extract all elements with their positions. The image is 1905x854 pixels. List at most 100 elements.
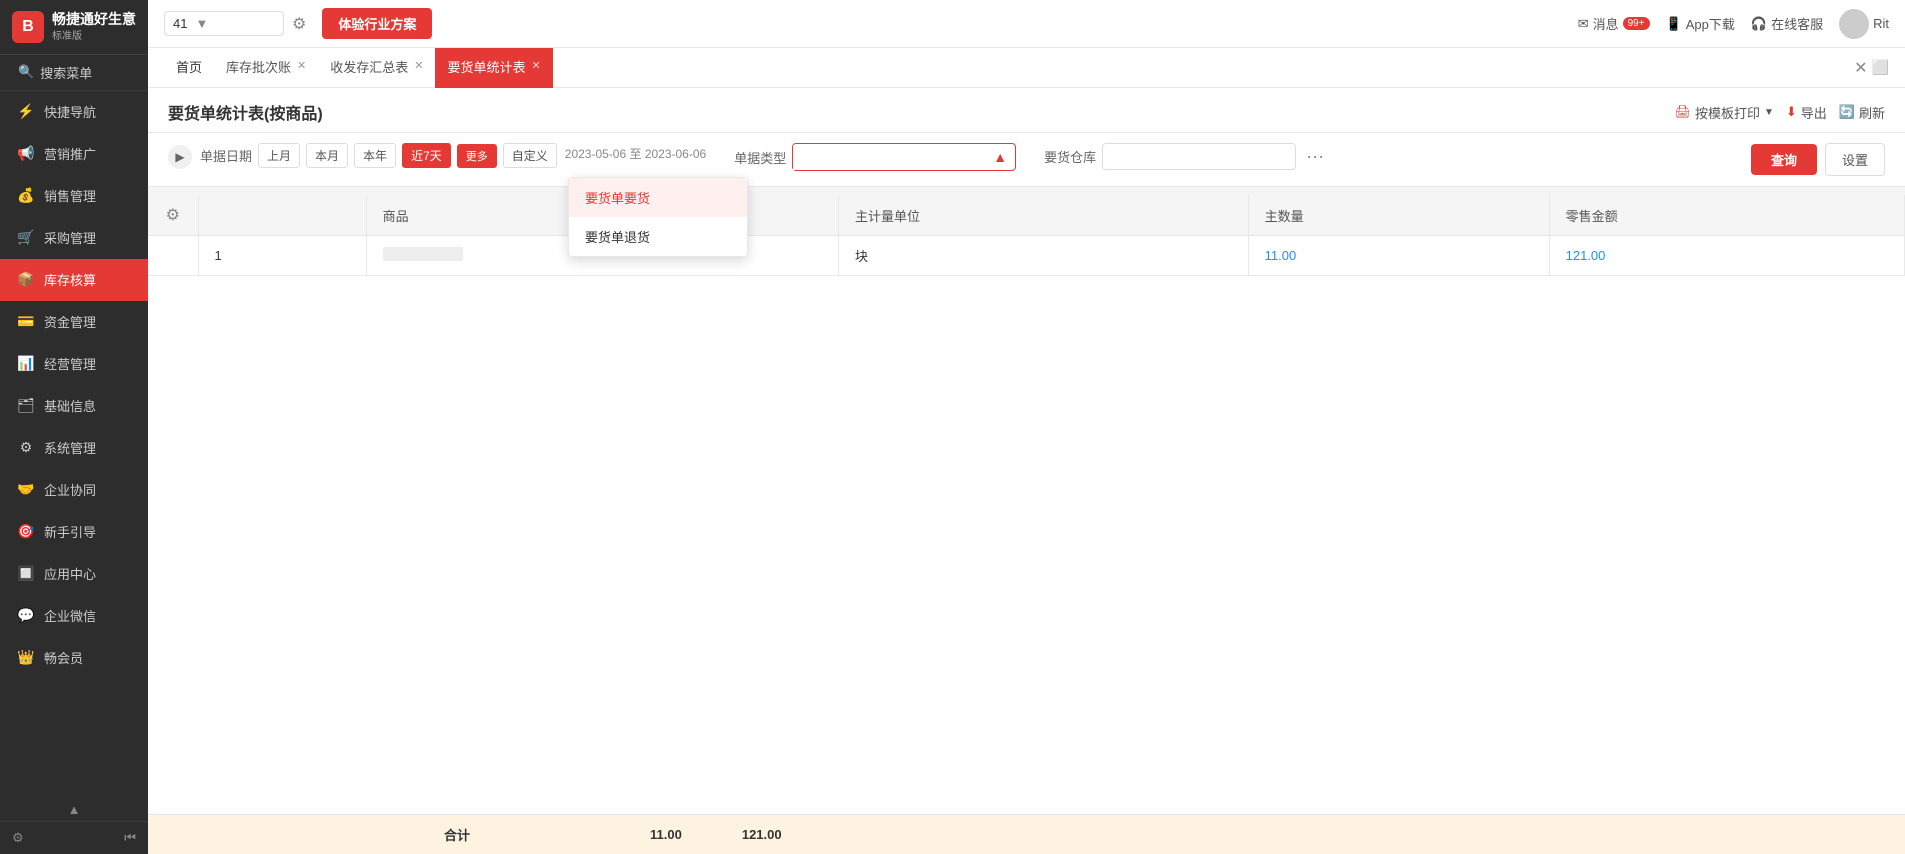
td-quantity[interactable]: 11.00 [1248, 236, 1549, 276]
tab-inventory-batch[interactable]: 库存批次账 ✕ [214, 48, 318, 88]
logo-text: 畅捷通好生意 标准版 [52, 10, 136, 44]
main-content: 41 ▼ ⚙ 体验行业方案 ✉ 消息 99+ 📱 App下载 🎧 在线客服 Ri… [148, 0, 1905, 854]
settings-icon[interactable]: ⚙ [12, 830, 24, 846]
search-menu[interactable]: 🔍 搜索菜单 [0, 55, 148, 91]
footer-label: 合计 [444, 825, 470, 844]
date-this-month-btn[interactable]: 本月 [306, 143, 348, 168]
username: Rit [1873, 16, 1889, 31]
expand-icon: ▼ [1764, 107, 1774, 118]
date-last-month-btn[interactable]: 上月 [258, 143, 300, 168]
sidebar-item-label: 企业微信 [44, 606, 96, 625]
sidebar-item-label: 新手引导 [44, 522, 96, 541]
sidebar-item-purchase[interactable]: 🛒 采购管理 [0, 217, 148, 259]
store-selector[interactable]: 41 ▼ [164, 11, 284, 36]
table-container: ⚙ 商品 主计量单位 主数量 零售金额 1 [148, 195, 1905, 814]
tab-inventory-batch-close[interactable]: ✕ [297, 61, 306, 72]
settings-button[interactable]: 设置 [1825, 143, 1885, 176]
type-filter-input[interactable] [793, 145, 985, 170]
sidebar-item-marketing[interactable]: 📢 营销推广 [0, 133, 148, 175]
sidebar-item-label: 应用中心 [44, 564, 96, 583]
app-center-icon: 🔲 [16, 564, 36, 584]
sidebar-item-member[interactable]: 👑 畅会员 [0, 637, 148, 679]
sidebar-item-app-center[interactable]: 🔲 应用中心 [0, 553, 148, 595]
filter-expand-btn[interactable]: ▶ [168, 145, 192, 169]
dropdown-item-order-return[interactable]: 要货单退货 [569, 217, 747, 256]
search-label: 搜索菜单 [40, 63, 92, 82]
data-table: ⚙ 商品 主计量单位 主数量 零售金额 1 [148, 195, 1905, 276]
refresh-btn[interactable]: 🔄 刷新 [1839, 103, 1885, 122]
app-download-label: App下载 [1686, 14, 1735, 33]
collapse-icon[interactable]: ⏮ [124, 830, 136, 846]
footer-quantity: 11.00 [650, 827, 682, 842]
page-area: 要货单统计表(按商品) 🖨 按模板打印 ▼ ⬇ 导出 🔄 刷新 ▶ [148, 88, 1905, 854]
app-download-item[interactable]: 📱 App下载 [1666, 14, 1735, 33]
warehouse-filter-label: 要货仓库 [1044, 147, 1096, 166]
tab-order-stats[interactable]: 要货单统计表 ✕ [435, 48, 552, 88]
query-button[interactable]: 查询 [1751, 144, 1817, 175]
date-more-btn[interactable]: 更多 [457, 144, 497, 168]
tab-receive-summary-close[interactable]: ✕ [414, 61, 423, 72]
tab-receive-summary-label: 收发存汇总表 [330, 57, 408, 76]
date-this-year-btn[interactable]: 本年 [354, 143, 396, 168]
date-filter-group: 单据日期 上月 本月 本年 近7天 更多 自定义 [200, 143, 557, 168]
online-service-item[interactable]: 🎧 在线客服 [1751, 14, 1823, 33]
th-amount: 零售金额 [1549, 195, 1904, 236]
sidebar-item-basic-info[interactable]: 🗂 基础信息 [0, 385, 148, 427]
type-filter-group: 单据类型 ▲ [734, 143, 1016, 171]
template-print-btn[interactable]: 🖨 按模板打印 ▼ [1674, 103, 1773, 122]
table-settings-icon[interactable]: ⚙ [166, 207, 180, 224]
notification-icon: ✉ [1578, 16, 1589, 32]
th-unit: 主计量单位 [838, 195, 1248, 236]
sidebar-item-inventory[interactable]: 📦 库存核算 [0, 259, 148, 301]
sidebar-item-label: 营销推广 [44, 144, 96, 163]
print-icon: 🖨 [1674, 104, 1691, 120]
enterprise-icon: 🤝 [16, 480, 36, 500]
type-dropdown: 要货单要货 要货单退货 [568, 177, 748, 257]
refresh-icon: 🔄 [1839, 104, 1855, 120]
notification-item[interactable]: ✉ 消息 99+ [1578, 14, 1650, 33]
user-avatar [1839, 9, 1869, 39]
tab-bar-expand-icon[interactable]: ⬜ [1872, 59, 1889, 76]
trial-button[interactable]: 体验行业方案 [322, 8, 432, 39]
dropdown-item-order-goods[interactable]: 要货单要货 [569, 178, 747, 217]
sidebar-item-quick-nav[interactable]: ⚡ 快捷导航 [0, 91, 148, 133]
export-icon: ⬇ [1786, 104, 1797, 120]
type-dropdown-chevron-icon[interactable]: ▲ [985, 144, 1015, 170]
headset-icon: 🎧 [1751, 16, 1767, 32]
sidebar-item-label: 经营管理 [44, 354, 96, 373]
th-quantity: 主数量 [1248, 195, 1549, 236]
warehouse-filter-input[interactable] [1102, 143, 1296, 170]
page-title: 要货单统计表(按商品) [168, 100, 323, 124]
sidebar-item-sales[interactable]: 💰 销售管理 [0, 175, 148, 217]
td-amount[interactable]: 121.00 [1549, 236, 1904, 276]
date-custom-btn[interactable]: 自定义 [503, 143, 557, 168]
notification-label: 消息 [1593, 14, 1619, 33]
user-item[interactable]: Rit [1839, 9, 1889, 39]
tab-order-stats-close[interactable]: ✕ [532, 61, 541, 72]
sidebar-item-wechat[interactable]: 💬 企业微信 [0, 595, 148, 637]
store-settings-icon[interactable]: ⚙ [292, 14, 306, 34]
date-last-7days-btn[interactable]: 近7天 [402, 143, 451, 168]
th-settings[interactable]: ⚙ [148, 195, 198, 236]
page-actions: 🖨 按模板打印 ▼ ⬇ 导出 🔄 刷新 [1674, 103, 1885, 122]
notification-count: 99+ [1623, 17, 1650, 30]
sidebar-item-label: 畅会员 [44, 648, 83, 667]
sidebar-scroll-down[interactable]: ▲ [0, 798, 148, 821]
td-index: 1 [198, 236, 366, 276]
export-btn[interactable]: ⬇ 导出 [1786, 103, 1827, 122]
sidebar-item-system[interactable]: ⚙ 系统管理 [0, 427, 148, 469]
tab-receive-summary[interactable]: 收发存汇总表 ✕ [318, 48, 435, 88]
sidebar-item-finance[interactable]: 💳 资金管理 [0, 301, 148, 343]
filter-more-icon[interactable]: ··· [1302, 146, 1328, 167]
sidebar-item-operations[interactable]: 📊 经营管理 [0, 343, 148, 385]
tab-bar-close-icon[interactable]: ✕ [1854, 58, 1867, 78]
wechat-icon: 💬 [16, 606, 36, 626]
tab-inventory-batch-label: 库存批次账 [226, 57, 291, 76]
tab-home[interactable]: 首页 [164, 48, 214, 88]
system-icon: ⚙ [16, 438, 36, 458]
td-unit: 块 [838, 236, 1248, 276]
sidebar-item-enterprise[interactable]: 🤝 企业协同 [0, 469, 148, 511]
template-print-label: 按模板打印 [1695, 103, 1760, 122]
quick-nav-icon: ⚡ [16, 102, 36, 122]
sidebar-item-guide[interactable]: 🎯 新手引导 [0, 511, 148, 553]
